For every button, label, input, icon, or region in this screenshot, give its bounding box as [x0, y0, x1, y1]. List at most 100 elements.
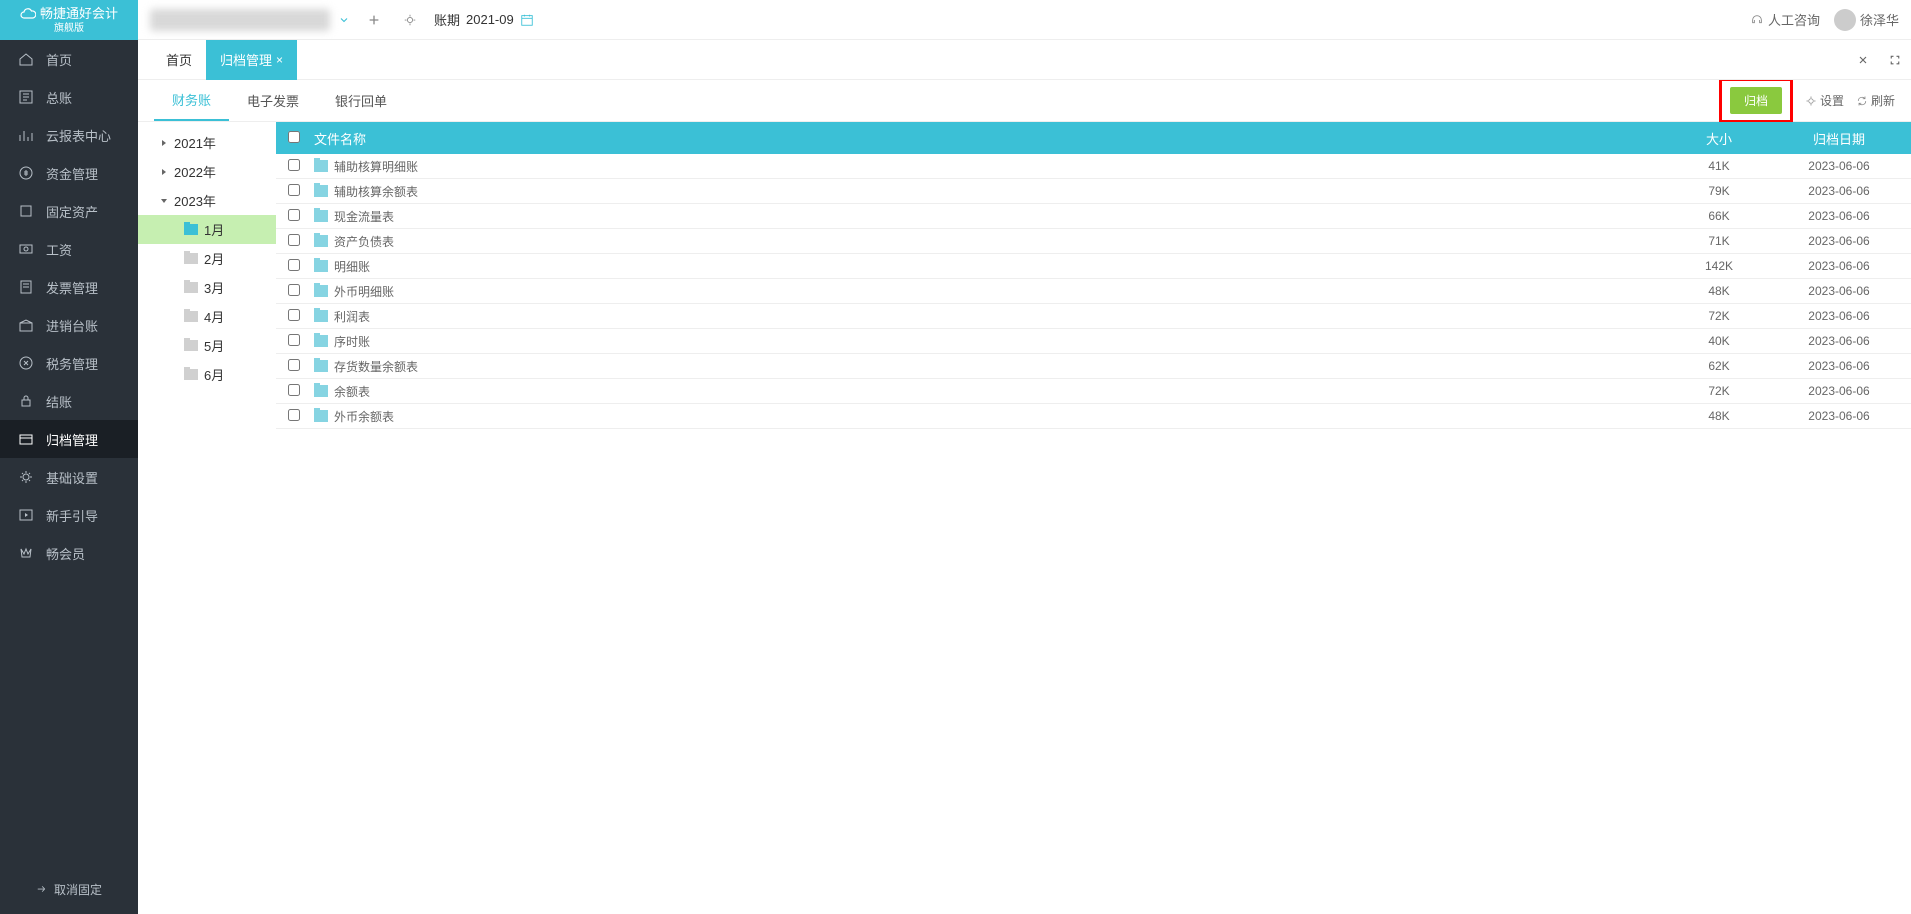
file-size: 48K	[1659, 284, 1779, 298]
close-all-button[interactable]	[1851, 48, 1875, 72]
sidebar-item-inventory[interactable]: 进销台账	[0, 306, 138, 344]
file-size: 72K	[1659, 309, 1779, 323]
sidebar-item-home[interactable]: 首页	[0, 40, 138, 78]
sidebar-item-tax[interactable]: 税务管理	[0, 344, 138, 382]
cloud-icon	[20, 7, 36, 23]
subtab-bankslip[interactable]: 银行回单	[317, 81, 405, 120]
folder-icon	[314, 335, 328, 347]
file-table: 文件名称 大小 归档日期 辅助核算明细账41K2023-06-06辅助核算余额表…	[276, 122, 1911, 914]
fullscreen-button[interactable]	[1883, 48, 1907, 72]
tab-archive[interactable]: 归档管理 ×	[206, 40, 297, 80]
row-checkbox[interactable]	[288, 384, 300, 396]
tree-item-m3[interactable]: 3月	[138, 273, 276, 302]
table-row[interactable]: 辅助核算余额表79K2023-06-06	[276, 179, 1911, 204]
refresh-link[interactable]: 刷新	[1856, 92, 1895, 109]
subtab-row: 财务账 电子发票 银行回单 归档 设置 刷新	[138, 80, 1911, 122]
sidebar-item-ledger[interactable]: 总账	[0, 78, 138, 116]
tab-home[interactable]: 首页	[152, 40, 206, 80]
subtab-label: 财务账	[172, 93, 211, 108]
sidebar-item-label: 进销台账	[46, 316, 98, 335]
table-row[interactable]: 辅助核算明细账41K2023-06-06	[276, 154, 1911, 179]
row-checkbox[interactable]	[288, 234, 300, 246]
sidebar-item-fund[interactable]: 资金管理	[0, 154, 138, 192]
topbar: 账期 2021-09 人工咨询 徐泽华	[138, 0, 1911, 40]
tree-label: 5月	[204, 336, 224, 355]
brand-logo: 畅捷通好会计 旗舰版	[0, 0, 138, 40]
tree-item-m6[interactable]: 6月	[138, 360, 276, 389]
table-row[interactable]: 余额表72K2023-06-06	[276, 379, 1911, 404]
subtab-finance[interactable]: 财务账	[154, 80, 229, 121]
add-org-button[interactable]	[362, 8, 386, 32]
row-checkbox[interactable]	[288, 409, 300, 421]
row-checkbox[interactable]	[288, 259, 300, 271]
table-row[interactable]: 序时账40K2023-06-06	[276, 329, 1911, 354]
close-icon[interactable]: ×	[276, 53, 283, 67]
sidebar-item-vip[interactable]: 畅会员	[0, 534, 138, 572]
file-size: 40K	[1659, 334, 1779, 348]
sidebar-item-settings[interactable]: 基础设置	[0, 458, 138, 496]
sidebar-item-label: 基础设置	[46, 468, 98, 487]
row-checkbox[interactable]	[288, 184, 300, 196]
settings-link[interactable]: 设置	[1805, 92, 1844, 109]
sidebar-item-label: 税务管理	[46, 354, 98, 373]
sidebar-item-asset[interactable]: 固定资产	[0, 192, 138, 230]
sidebar-item-invoice[interactable]: 发票管理	[0, 268, 138, 306]
org-settings-button[interactable]	[398, 8, 422, 32]
archive-button[interactable]: 归档	[1730, 87, 1782, 114]
org-selector[interactable]	[150, 9, 350, 31]
user-menu[interactable]: 徐泽华	[1834, 9, 1899, 31]
file-date: 2023-06-06	[1779, 284, 1899, 298]
file-date: 2023-06-06	[1779, 159, 1899, 173]
folder-icon	[184, 340, 198, 351]
row-checkbox[interactable]	[288, 309, 300, 321]
subtab-label: 银行回单	[335, 94, 387, 109]
tree-item-m4[interactable]: 4月	[138, 302, 276, 331]
tree-item-2023[interactable]: 2023年	[138, 186, 276, 215]
table-row[interactable]: 外币余额表48K2023-06-06	[276, 404, 1911, 429]
file-name: 外币余额表	[334, 408, 394, 425]
select-all-checkbox[interactable]	[288, 131, 300, 143]
consult-link[interactable]: 人工咨询	[1750, 10, 1820, 29]
tree-item-2021[interactable]: 2021年	[138, 128, 276, 157]
sidebar: 畅捷通好会计 旗舰版 首页 总账 云报表中心 资金管理 固定资产 工资 发票管理…	[0, 0, 138, 914]
period-selector[interactable]: 账期 2021-09	[434, 10, 534, 29]
tree-item-2022[interactable]: 2022年	[138, 157, 276, 186]
folder-icon	[184, 224, 198, 235]
sidebar-item-guide[interactable]: 新手引导	[0, 496, 138, 534]
tab-label: 归档管理	[220, 50, 272, 69]
row-checkbox[interactable]	[288, 284, 300, 296]
sidebar-item-label: 结账	[46, 392, 72, 411]
table-row[interactable]: 现金流量表66K2023-06-06	[276, 204, 1911, 229]
folder-icon	[314, 260, 328, 272]
folder-icon	[314, 360, 328, 372]
unpin-label: 取消固定	[54, 881, 102, 898]
tree-item-m1[interactable]: 1月	[138, 215, 276, 244]
table-row[interactable]: 明细账142K2023-06-06	[276, 254, 1911, 279]
tree-item-m2[interactable]: 2月	[138, 244, 276, 273]
table-row[interactable]: 资产负债表71K2023-06-06	[276, 229, 1911, 254]
row-checkbox[interactable]	[288, 209, 300, 221]
sidebar-item-report[interactable]: 云报表中心	[0, 116, 138, 154]
sidebar-item-salary[interactable]: 工资	[0, 230, 138, 268]
folder-icon	[184, 282, 198, 293]
money-icon	[18, 165, 34, 181]
sidebar-item-close[interactable]: 结账	[0, 382, 138, 420]
sidebar-unpin[interactable]: 取消固定	[0, 864, 138, 914]
row-checkbox[interactable]	[288, 334, 300, 346]
table-row[interactable]: 存货数量余额表62K2023-06-06	[276, 354, 1911, 379]
table-row[interactable]: 外币明细账48K2023-06-06	[276, 279, 1911, 304]
row-checkbox[interactable]	[288, 159, 300, 171]
file-name: 利润表	[334, 308, 370, 325]
subtab-einvoice[interactable]: 电子发票	[229, 81, 317, 120]
row-checkbox[interactable]	[288, 359, 300, 371]
column-size: 大小	[1659, 129, 1779, 148]
gear-icon	[1805, 95, 1817, 107]
file-size: 62K	[1659, 359, 1779, 373]
tree-label: 2023年	[174, 191, 216, 210]
sidebar-item-archive[interactable]: 归档管理	[0, 420, 138, 458]
table-row[interactable]: 利润表72K2023-06-06	[276, 304, 1911, 329]
caret-right-icon	[160, 139, 168, 147]
home-icon	[18, 51, 34, 67]
tree-item-m5[interactable]: 5月	[138, 331, 276, 360]
tax-icon	[18, 355, 34, 371]
